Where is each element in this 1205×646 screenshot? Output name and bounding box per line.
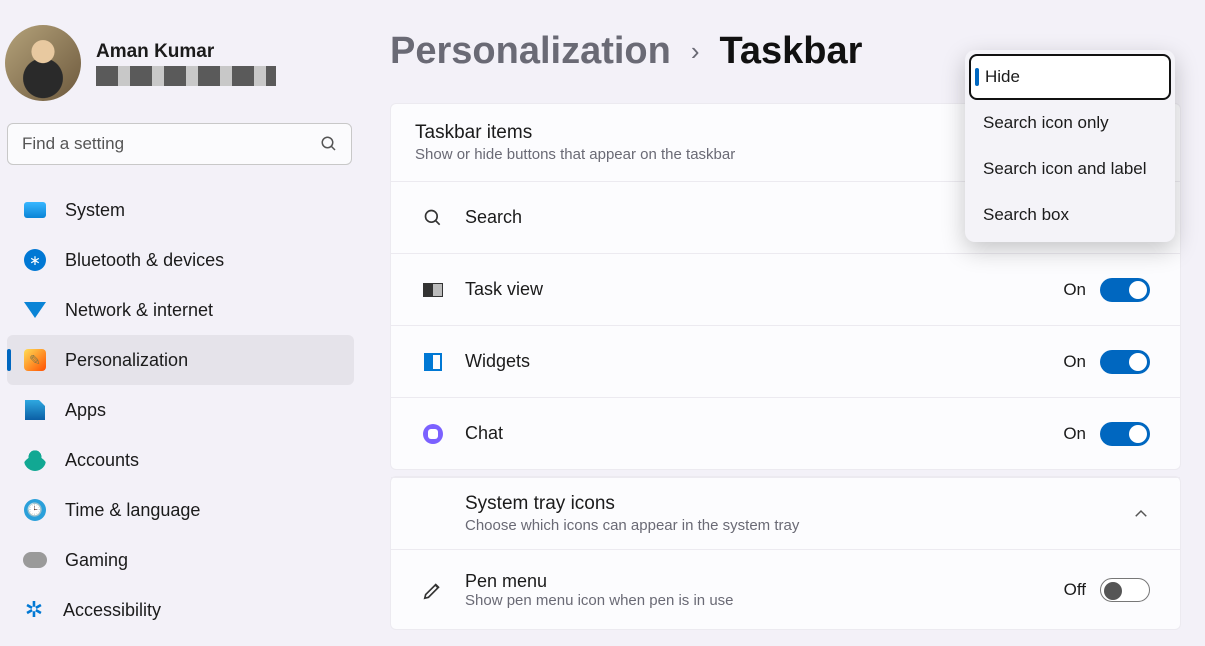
person-icon <box>23 448 47 472</box>
row-control: On <box>1063 422 1150 446</box>
widgets-toggle[interactable] <box>1100 350 1150 374</box>
page-title: Taskbar <box>720 30 863 73</box>
paintbrush-icon <box>23 348 47 372</box>
section-title: System tray icons <box>465 493 799 515</box>
search-icon <box>421 206 445 230</box>
dropdown-option-icon-label[interactable]: Search icon and label <box>969 146 1171 192</box>
nav-time[interactable]: Time & language <box>7 485 354 535</box>
chevron-up-icon <box>1132 505 1150 523</box>
row-chat[interactable]: Chat On <box>391 397 1180 469</box>
row-label: Widgets <box>465 351 530 372</box>
row-control: On <box>1063 278 1150 302</box>
system-tray-card: System tray icons Choose which icons can… <box>390 476 1181 630</box>
sidebar: Aman Kumar System Bluetooth & devices Ne… <box>0 0 360 646</box>
nav-system[interactable]: System <box>7 185 354 235</box>
chevron-right-icon: › <box>691 36 700 67</box>
chat-icon <box>421 422 445 446</box>
system-tray-header[interactable]: System tray icons Choose which icons can… <box>391 477 1180 549</box>
nav-label: Bluetooth & devices <box>65 250 224 271</box>
bluetooth-icon <box>23 248 47 272</box>
breadcrumb-parent[interactable]: Personalization <box>390 30 671 73</box>
profile-text: Aman Kumar <box>96 41 276 86</box>
nav-gaming[interactable]: Gaming <box>7 535 354 585</box>
apps-icon <box>23 398 47 422</box>
nav-personalization[interactable]: Personalization <box>7 335 354 385</box>
dropdown-option-icon-only[interactable]: Search icon only <box>969 100 1171 146</box>
nav-bluetooth[interactable]: Bluetooth & devices <box>7 235 354 285</box>
profile-email-redacted <box>96 66 276 86</box>
row-pen-menu[interactable]: Pen menu Show pen menu icon when pen is … <box>391 549 1180 629</box>
accessibility-icon: ✲ <box>23 599 45 621</box>
row-control: Off <box>1064 578 1150 602</box>
toggle-state: On <box>1063 424 1086 444</box>
row-widgets[interactable]: Widgets On <box>391 325 1180 397</box>
pen-icon <box>421 578 445 602</box>
monitor-icon <box>23 198 47 222</box>
row-sublabel: Show pen menu icon when pen is in use <box>465 592 734 609</box>
dropdown-option-box[interactable]: Search box <box>969 192 1171 238</box>
nav-label: Apps <box>65 400 106 421</box>
nav-apps[interactable]: Apps <box>7 385 354 435</box>
search-mode-dropdown[interactable]: Hide Search icon only Search icon and la… <box>965 50 1175 242</box>
row-label: Pen menu <box>465 571 734 592</box>
nav-label: Time & language <box>65 500 200 521</box>
profile-name: Aman Kumar <box>96 41 276 63</box>
option-label: Search icon only <box>983 113 1109 133</box>
nav-accounts[interactable]: Accounts <box>7 435 354 485</box>
nav-label: System <box>65 200 125 221</box>
nav-label: Gaming <box>65 550 128 571</box>
avatar <box>5 25 81 101</box>
section-subtitle: Choose which icons can appear in the sys… <box>465 517 799 534</box>
row-control: On <box>1063 350 1150 374</box>
nav-accessibility[interactable]: ✲ Accessibility <box>7 585 354 635</box>
option-label: Search icon and label <box>983 159 1147 179</box>
taskview-toggle[interactable] <box>1100 278 1150 302</box>
dropdown-option-hide[interactable]: Hide <box>969 54 1171 100</box>
widgets-icon <box>421 350 445 374</box>
nav-label: Accessibility <box>63 600 161 621</box>
nav-label: Accounts <box>65 450 139 471</box>
option-label: Search box <box>983 205 1069 225</box>
pen-toggle[interactable] <box>1100 578 1150 602</box>
row-label: Task view <box>465 279 543 300</box>
gamepad-icon <box>23 548 47 572</box>
toggle-state: Off <box>1064 580 1086 600</box>
wifi-icon <box>23 298 47 322</box>
row-taskview[interactable]: Task view On <box>391 253 1180 325</box>
user-profile[interactable]: Aman Kumar <box>5 25 360 101</box>
clock-icon <box>23 498 47 522</box>
nav-network[interactable]: Network & internet <box>7 285 354 335</box>
settings-search[interactable] <box>7 123 352 165</box>
chat-toggle[interactable] <box>1100 422 1150 446</box>
option-label: Hide <box>985 67 1020 87</box>
toggle-state: On <box>1063 280 1086 300</box>
nav-label: Personalization <box>65 350 188 371</box>
search-input[interactable] <box>7 123 352 165</box>
nav-list: System Bluetooth & devices Network & int… <box>5 185 360 646</box>
toggle-state: On <box>1063 352 1086 372</box>
row-label: Search <box>465 207 522 228</box>
nav-label: Network & internet <box>65 300 213 321</box>
taskview-icon <box>421 278 445 302</box>
row-label: Chat <box>465 423 503 444</box>
search-icon <box>320 135 338 153</box>
